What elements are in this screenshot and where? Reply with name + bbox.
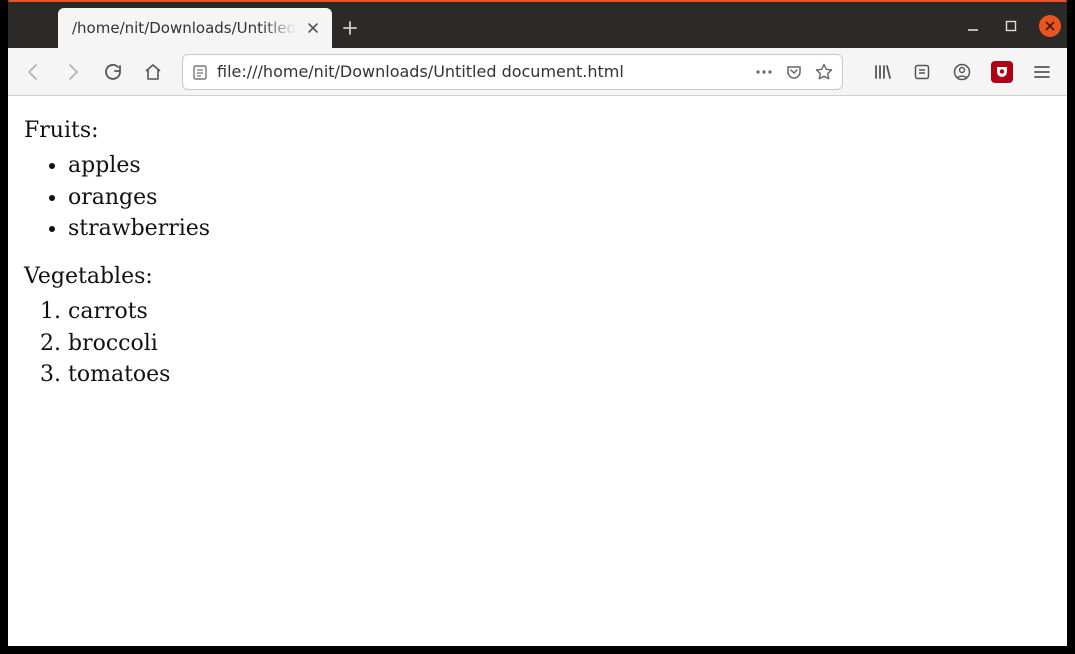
vegetables-list: carrots broccoli tomatoes [24, 297, 1051, 390]
ublock-icon[interactable] [985, 55, 1019, 89]
maximize-icon[interactable] [1001, 16, 1021, 36]
url-actions [754, 62, 834, 82]
tab-strip: /home/nit/Downloads/Untitled [8, 2, 368, 48]
reload-button[interactable] [96, 55, 130, 89]
reader-view-icon[interactable] [905, 55, 939, 89]
list-item: strawberries [68, 214, 1051, 244]
list-item: broccoli [68, 329, 1051, 359]
home-button[interactable] [136, 55, 170, 89]
back-button[interactable] [16, 55, 50, 89]
list-item: carrots [68, 297, 1051, 327]
list-item: tomatoes [68, 360, 1051, 390]
list-item: apples [68, 151, 1051, 181]
toolbar: file:///home/nit/Downloads/Untitled docu… [8, 48, 1067, 96]
page-info-icon[interactable] [191, 63, 209, 81]
page-actions-icon[interactable] [754, 62, 774, 82]
pocket-icon[interactable] [784, 62, 804, 82]
window-controls [963, 2, 1061, 50]
window-close-icon[interactable] [1039, 15, 1061, 37]
tab-title: /home/nit/Downloads/Untitled [72, 19, 296, 37]
url-bar[interactable]: file:///home/nit/Downloads/Untitled docu… [182, 54, 843, 90]
fruits-list: apples oranges strawberries [24, 151, 1051, 244]
toolbar-right [855, 55, 1059, 89]
new-tab-button[interactable] [332, 8, 368, 48]
titlebar: /home/nit/Downloads/Untitled [8, 0, 1067, 48]
browser-window: /home/nit/Downloads/Untitled [8, 0, 1067, 646]
vegetables-heading: Vegetables: [24, 264, 1051, 289]
menu-icon[interactable] [1025, 55, 1059, 89]
minimize-icon[interactable] [963, 16, 983, 36]
fruits-heading: Fruits: [24, 118, 1051, 143]
url-text: file:///home/nit/Downloads/Untitled docu… [217, 62, 746, 81]
browser-tab[interactable]: /home/nit/Downloads/Untitled [58, 8, 332, 48]
close-tab-icon[interactable] [304, 19, 322, 37]
page-content: Fruits: apples oranges strawberries Vege… [8, 96, 1067, 646]
account-icon[interactable] [945, 55, 979, 89]
bookmark-star-icon[interactable] [814, 62, 834, 82]
list-item: oranges [68, 183, 1051, 213]
library-icon[interactable] [865, 55, 899, 89]
forward-button[interactable] [56, 55, 90, 89]
